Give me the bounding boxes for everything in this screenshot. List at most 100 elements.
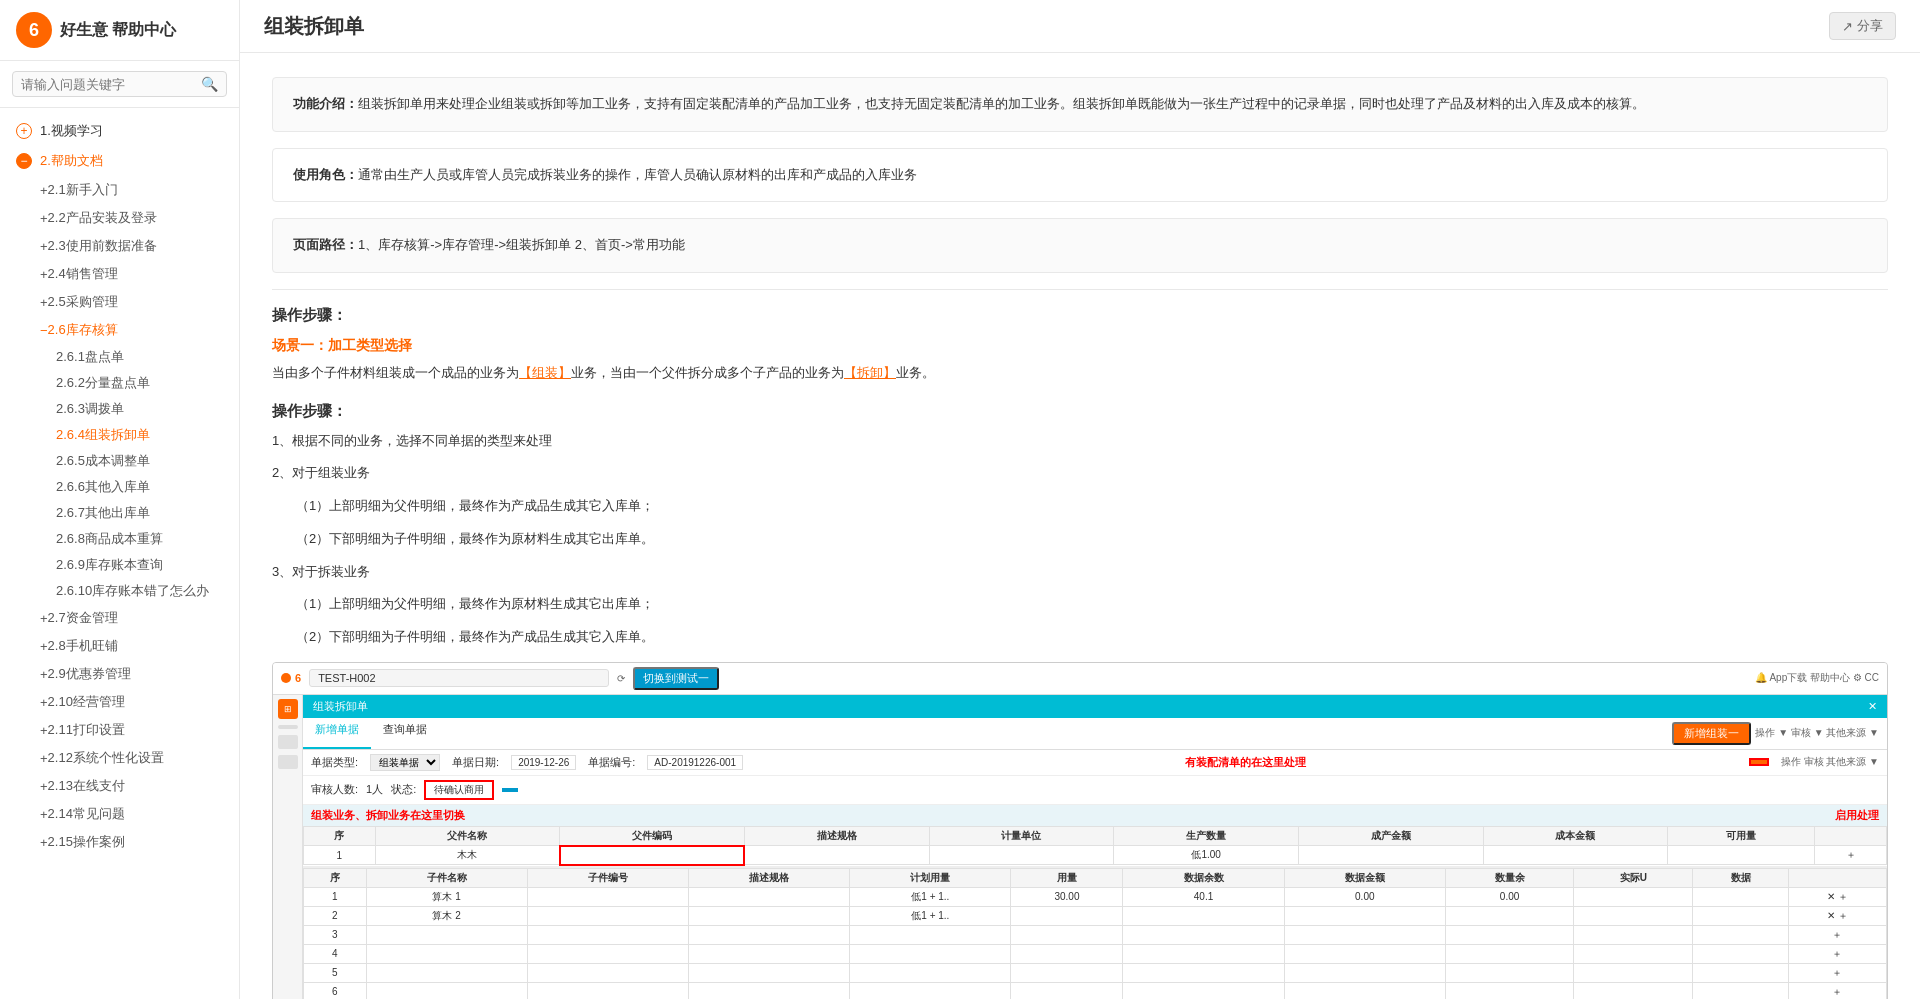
expand-icon-211: + [40,723,48,738]
mock-sidebar-icon-1 [278,735,298,749]
search-icon[interactable]: 🔍 [201,76,218,92]
mock-docno-value: AD-20191226-001 [647,755,743,770]
sidebar-item-costadjust[interactable]: 2.6.5成本调整单 [0,448,239,474]
link-disassembly[interactable]: 【拆卸】 [844,365,896,380]
mock-address-bar: TEST-H002 [309,669,609,687]
step2-text: 2、对于组装业务 [272,461,1888,486]
mock-bom-btn[interactable] [1749,758,1769,766]
link-assembly[interactable]: 【组装】 [519,365,571,380]
sidebar-item-stockbook[interactable]: 2.6.9库存账本查询 [0,552,239,578]
sidebar-label-215: 2.15操作案例 [48,833,125,851]
step3-2-text: （2）下部明细为子件明细，最终作为产成品生成其它入库单。 [296,625,1888,650]
mock-confirm-btn[interactable] [502,788,518,792]
expand-icon-1: + [16,123,32,139]
mock-cth-data: 数据 [1693,868,1788,887]
sidebar-item-newbie[interactable]: + 2.1新手入门 [0,176,239,204]
sidebar-item-dataprep[interactable]: + 2.3使用前数据准备 [0,232,239,260]
search-box[interactable]: 🔍 [12,71,227,97]
sidebar-item-video[interactable]: + 1.视频学习 [0,116,239,146]
sidebar-item-print[interactable]: + 2.11打印设置 [0,716,239,744]
sidebar-item-costrecalc[interactable]: 2.6.8商品成本重算 [0,526,239,552]
sidebar-item-assembly[interactable]: 2.6.4组装拆卸单 [0,422,239,448]
mock-parent-cell-name: 木木 [375,846,560,865]
expand-icon-25: + [40,295,48,310]
sidebar-item-sales[interactable]: + 2.4销售管理 [0,260,239,288]
search-input[interactable] [21,77,201,92]
mock-cth-actual: 实际U [1574,868,1693,887]
mock-th-prodqty: 生产数量 [1114,826,1299,846]
mock-switch-btn[interactable]: 切换到测试一 [633,667,719,690]
mock-th-desc: 描述规格 [744,826,929,846]
sidebar-label-210: 2.10经营管理 [48,693,125,711]
mock-form-label-doctype: 单据类型: [311,755,358,770]
mock-child-table-container: 序 子件名称 子件编号 描述规格 计划用量 用量 数据余数 数据金额 数量余 [303,866,1887,999]
sidebar-label-24: 2.4销售管理 [48,265,118,283]
mock-form-row2: 审核人数: 1人 状态: 待确认商用 [303,776,1887,805]
mock-form-label-reviewers: 审核人数: [311,782,358,797]
sidebar-item-payment[interactable]: + 2.13在线支付 [0,772,239,800]
mock-parent-table: 序 父件名称 父件编码 描述规格 计量单位 生产数量 成产金额 成本金额 可用量 [303,826,1887,866]
role-block: 使用角色：通常由生产人员或库管人员完成拆装业务的操作，库管人员确认原材料的出库和… [272,148,1888,203]
mock-tab-query[interactable]: 查询单据 [371,718,439,749]
mock-tab-actions: 新增组装一 操作 ▼ 审核 ▼ 其他来源 ▼ [1664,718,1887,749]
expand-icon-214: + [40,807,48,822]
mock-tab-new[interactable]: 新增单据 [303,718,371,749]
sidebar-item-cases[interactable]: + 2.15操作案例 [0,828,239,856]
mock-child-row-1: 1 算木 1 低1 + 1.. 30.00 40.1 0.00 0.00 [304,887,1887,906]
expand-icon-21: + [40,183,48,198]
mock-assembly-annotation: 组装业务、拆卸业务在这里切换 [311,808,465,823]
sidebar-item-coupon[interactable]: + 2.9优惠券管理 [0,660,239,688]
sidebar-item-install[interactable]: + 2.2产品安装及登录 [0,204,239,232]
sidebar-item-purchase[interactable]: + 2.5采购管理 [0,288,239,316]
mock-th-unit: 计量单位 [929,826,1114,846]
nav-sub-2: + 2.1新手入门 + 2.2产品安装及登录 + 2.3使用前数据准备 + 2.… [0,176,239,856]
mock-browser-header: 6 TEST-H002 ⟳ 切换到测试一 🔔 App下载 帮助中心 ⚙ CC [273,663,1887,695]
mock-refresh-icon: ⟳ [617,673,625,684]
mock-cth-desc: 描述规格 [688,868,849,887]
search-area: 🔍 [0,61,239,108]
nav-section-1: + 1.视频学习 [0,116,239,146]
mock-cth-qty: 用量 [1011,868,1123,887]
mock-child-row-6: 6＋ [304,982,1887,999]
expand-icon-212: + [40,751,48,766]
sidebar-label-22: 2.2产品安装及登录 [48,209,157,227]
mock-enable-annotation: 启用处理 [1835,808,1879,823]
sidebar-item-faq[interactable]: + 2.14常见问题 [0,800,239,828]
sidebar-item-otherinbound[interactable]: 2.6.6其他入库单 [0,474,239,500]
mock-parent-cell-costamt [1483,846,1668,865]
sidebar-label-25: 2.5采购管理 [48,293,118,311]
page-title: 组装拆卸单 [264,13,364,40]
step3-1-text: （1）上部明细为父件明细，最终作为原材料生成其它出库单； [296,592,1888,617]
mock-cth-dataamt: 数据金额 [1284,868,1445,887]
sidebar-item-otheroutbound[interactable]: 2.6.7其他出库单 [0,500,239,526]
sidebar-item-fraction[interactable]: 2.6.2分量盘点单 [0,370,239,396]
mock-tabs-row: 新增单据 查询单据 新增组装一 操作 ▼ 审核 ▼ 其他来源 ▼ [303,718,1887,750]
sidebar-item-mobile[interactable]: + 2.8手机旺铺 [0,632,239,660]
sidebar-label-26: 2.6库存核算 [48,321,118,339]
sidebar-item-stockbook-fix[interactable]: 2.6.10库存账本错了怎么办 [0,578,239,604]
sidebar-item-ops[interactable]: + 2.10经营管理 [0,688,239,716]
nav-sub-inventory: 2.6.1盘点单 2.6.2分量盘点单 2.6.3调拨单 2.6.4组装拆卸单 … [0,344,239,604]
mock-select-doctype[interactable]: 组装单据 [370,754,440,771]
sidebar-item-inventory[interactable]: − 2.6库存核算 [0,316,239,344]
nav-section-2: − 2.帮助文档 + 2.1新手入门 + 2.2产品安装及登录 + 2.3使用前… [0,146,239,856]
sidebar-item-customize[interactable]: + 2.12系统个性化设置 [0,744,239,772]
app-name: 好生意 帮助中心 [60,20,176,41]
step1-text: 1、根据不同的业务，选择不同单据的类型来处理 [272,429,1888,454]
mock-cth-code: 子件编号 [527,868,688,887]
expand-icon-24: + [40,267,48,282]
step3-text: 3、对于拆装业务 [272,560,1888,585]
sidebar-item-finance[interactable]: + 2.7资金管理 [0,604,239,632]
mock-child-row-5: 5＋ [304,963,1887,982]
mock-parent-cell-prodamt [1298,846,1483,865]
sidebar-label-211: 2.11打印设置 [48,721,125,739]
share-button[interactable]: ↗ 分享 [1829,12,1896,40]
sidebar-item-stocktake[interactable]: 2.6.1盘点单 [0,344,239,370]
mock-parent-cell-unit [929,846,1114,865]
sidebar-item-transfer[interactable]: 2.6.3调拨单 [0,396,239,422]
main-content: 组装拆卸单 ↗ 分享 功能介绍：组装拆卸单用来处理企业组装或拆卸等加工业务，支持… [240,0,1920,999]
mock-parent-table-container: 序 父件名称 父件编码 描述规格 计量单位 生产数量 成产金额 成本金额 可用量 [303,826,1887,866]
sidebar-item-helpdoc[interactable]: − 2.帮助文档 [0,146,239,176]
mock-new-btn[interactable]: 新增组装一 [1672,722,1751,745]
mock-nav-icons: 🔔 App下载 帮助中心 ⚙ CC [1755,671,1879,685]
